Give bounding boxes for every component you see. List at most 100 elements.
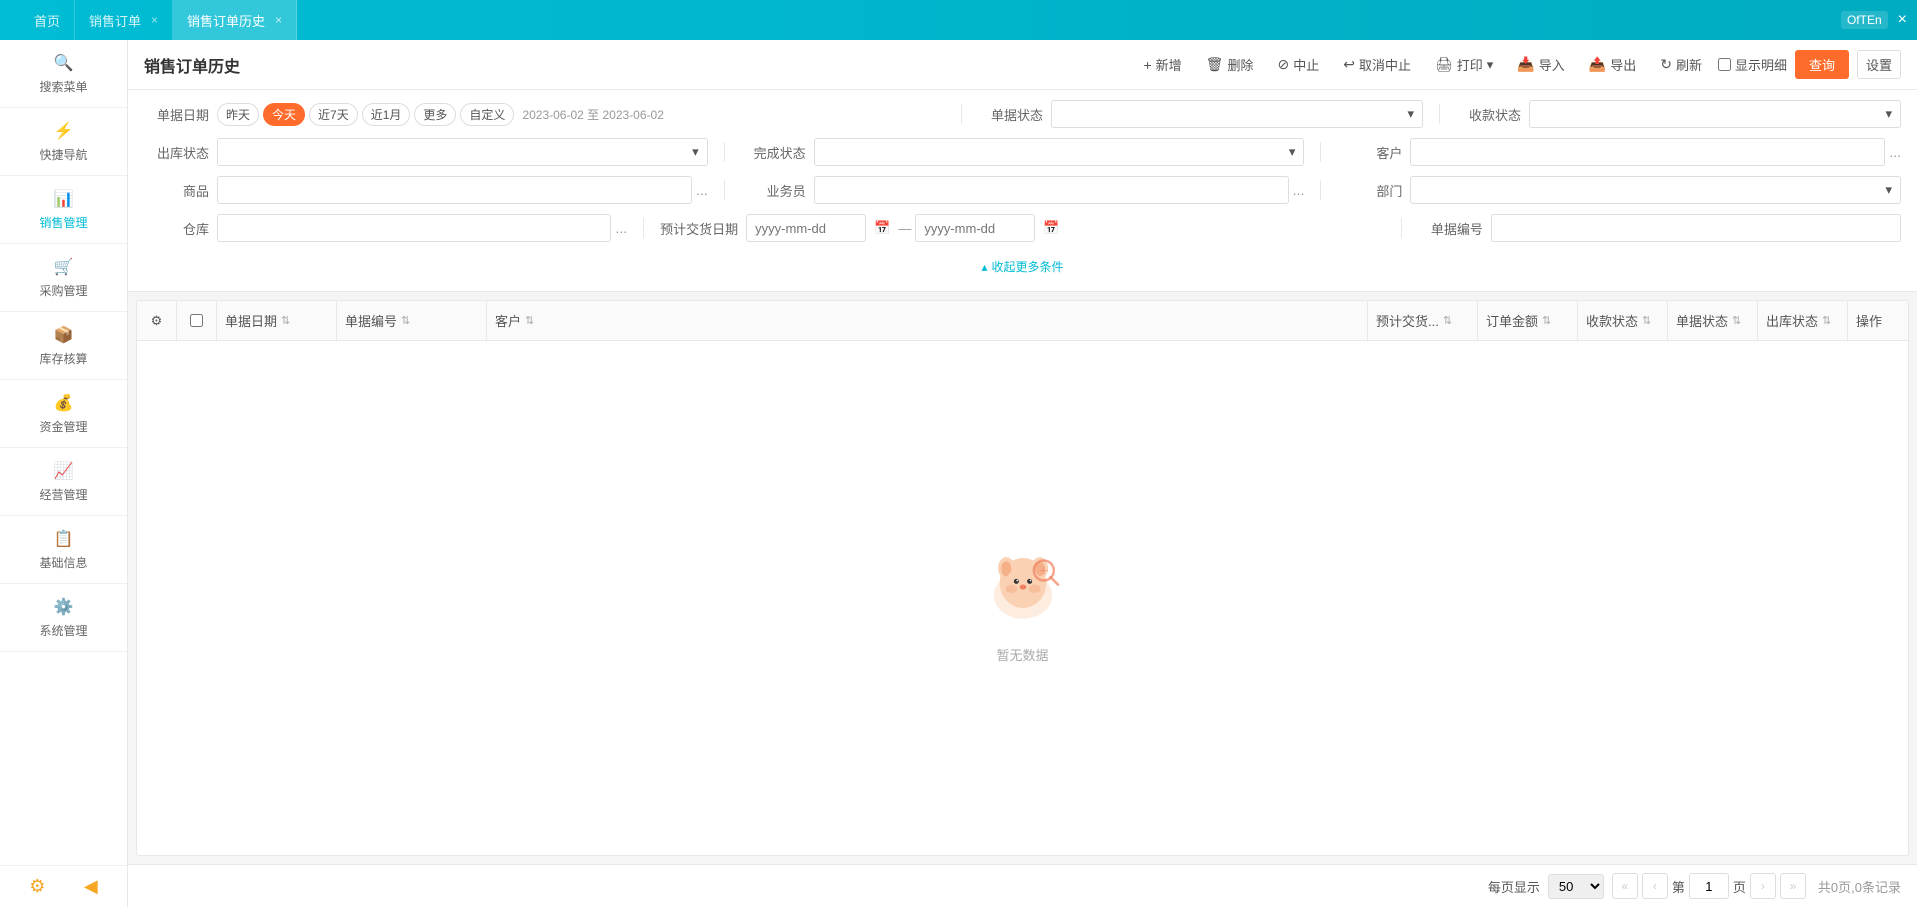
- product-dots[interactable]: ...: [696, 182, 708, 198]
- th-warehouse-status-label: 出库状态: [1766, 311, 1818, 330]
- tab-sales-order-history[interactable]: 销售订单历史 ×: [173, 0, 297, 40]
- th-amount-sort[interactable]: [1542, 314, 1551, 327]
- warehouse-status-select[interactable]: [217, 138, 708, 166]
- select-all-checkbox[interactable]: [190, 314, 203, 327]
- often-label: OfTEn: [1841, 11, 1888, 29]
- sidebar-settings-icon[interactable]: ⚙: [29, 876, 45, 897]
- sidebar-item-finance[interactable]: 💰 资金管理: [0, 380, 127, 448]
- sidebar-item-search-menu[interactable]: 🔍 搜索菜单: [0, 40, 127, 108]
- th-date-sort[interactable]: [281, 314, 290, 327]
- add-icon: +: [1143, 57, 1151, 73]
- delivery-date-start[interactable]: [746, 214, 866, 242]
- product-input[interactable]: [217, 176, 692, 204]
- department-select[interactable]: [1410, 176, 1901, 204]
- date-btn-today[interactable]: 今天: [263, 103, 305, 126]
- last-page-btn[interactable]: »: [1780, 873, 1806, 899]
- tab-sales-order-label: 销售订单: [89, 11, 141, 30]
- th-delivery-label: 预计交货...: [1376, 311, 1439, 330]
- sidebar-item-operations[interactable]: 📈 经营管理: [0, 448, 127, 516]
- th-amount[interactable]: 订单金额: [1478, 301, 1578, 340]
- date-btn-more[interactable]: 更多: [414, 103, 456, 126]
- print-button[interactable]: 🖨 打印: [1427, 51, 1501, 78]
- filter-customer: 客户 ...: [1337, 138, 1901, 166]
- th-date[interactable]: 单据日期: [217, 301, 337, 340]
- customer-dots[interactable]: ...: [1889, 144, 1901, 160]
- stop-label: 中止: [1293, 55, 1319, 74]
- date-btn-1month[interactable]: 近1月: [362, 103, 411, 126]
- customer-input[interactable]: [1410, 138, 1885, 166]
- import-button[interactable]: 📥 导入: [1509, 51, 1572, 78]
- tab-home-label: 首页: [34, 11, 60, 30]
- filter-product: 商品 ...: [144, 176, 708, 204]
- tab-sales-order-history-close[interactable]: ×: [275, 13, 282, 27]
- tab-home[interactable]: 首页: [20, 0, 75, 40]
- doc-no-label: 单据编号: [1418, 219, 1483, 238]
- first-page-btn[interactable]: «: [1612, 873, 1638, 899]
- complete-status-select[interactable]: [814, 138, 1305, 166]
- sidebar-item-sales-mgmt[interactable]: 📊 销售管理: [0, 176, 127, 244]
- th-customer-sort[interactable]: [525, 314, 534, 327]
- page-input[interactable]: [1689, 873, 1729, 899]
- sidebar-item-basic-info[interactable]: 📋 基础信息: [0, 516, 127, 584]
- tab-sales-order[interactable]: 销售订单 ×: [75, 0, 173, 40]
- next-page-btn[interactable]: ›: [1750, 873, 1776, 899]
- th-customer[interactable]: 客户: [487, 301, 1368, 340]
- cancel-stop-button[interactable]: ↩ 取消中止: [1335, 51, 1419, 78]
- pagination: « ‹ 第 页 › » 共0页,0条记录: [1612, 873, 1901, 899]
- sidebar-item-system-mgmt[interactable]: ⚙️ 系统管理: [0, 584, 127, 652]
- th-no[interactable]: 单据编号: [337, 301, 487, 340]
- th-doc-status[interactable]: 单据状态: [1668, 301, 1758, 340]
- sidebar-item-inventory[interactable]: 📦 库存核算: [0, 312, 127, 380]
- per-page-select[interactable]: 10 20 50 100: [1548, 874, 1604, 899]
- th-no-sort[interactable]: [401, 314, 410, 327]
- sidebar-item-purchase-mgmt[interactable]: 🛒 采购管理: [0, 244, 127, 312]
- calendar-icon-end[interactable]: 📅: [1043, 220, 1059, 236]
- filter-row-4: 仓库 ... 预计交货日期 📅 — 📅: [144, 214, 1901, 242]
- date-range-separator: —: [898, 221, 911, 236]
- salesperson-input[interactable]: [814, 176, 1289, 204]
- salesperson-dots[interactable]: ...: [1293, 182, 1305, 198]
- print-icon: 🖨: [1435, 56, 1453, 73]
- query-button[interactable]: 查询: [1795, 50, 1849, 79]
- th-delivery-sort[interactable]: [1443, 314, 1452, 327]
- sidebar-collapse-icon[interactable]: ◀: [84, 876, 98, 897]
- export-button[interactable]: 📤 导出: [1581, 51, 1644, 78]
- refresh-button[interactable]: ↻ 刷新: [1652, 51, 1710, 78]
- th-checkbox[interactable]: [177, 301, 217, 340]
- th-doc-status-sort[interactable]: [1732, 314, 1741, 327]
- prev-page-btn[interactable]: ‹: [1642, 873, 1668, 899]
- th-pay-status[interactable]: 收款状态: [1578, 301, 1668, 340]
- warehouse-input[interactable]: [217, 214, 611, 242]
- th-amount-label: 订单金额: [1486, 311, 1538, 330]
- date-btn-7days[interactable]: 近7天: [309, 103, 358, 126]
- quick-nav-icon: ⚡: [53, 120, 75, 142]
- th-delivery[interactable]: 预计交货...: [1368, 301, 1478, 340]
- warehouse-dots[interactable]: ...: [615, 220, 627, 236]
- delete-button[interactable]: 🗑 删除: [1198, 51, 1262, 78]
- doc-status-select[interactable]: [1051, 100, 1423, 128]
- settings-label: 设置: [1866, 55, 1892, 74]
- doc-no-input[interactable]: [1491, 214, 1901, 242]
- date-control: 昨天 今天 近7天 近1月 更多 自定义 2023-06-02 至 2023-0…: [217, 103, 945, 126]
- payment-status-select[interactable]: [1529, 100, 1901, 128]
- th-pay-status-sort[interactable]: [1642, 314, 1651, 327]
- settings-button[interactable]: 设置: [1857, 50, 1901, 79]
- calendar-icon-start[interactable]: 📅: [874, 220, 890, 236]
- date-btn-custom[interactable]: 自定义: [460, 103, 514, 126]
- filter-payment-status: 收款状态: [1456, 100, 1901, 128]
- delivery-date-end[interactable]: [915, 214, 1035, 242]
- date-btn-yesterday[interactable]: 昨天: [217, 103, 259, 126]
- display-toggle-checkbox[interactable]: [1718, 58, 1731, 71]
- tab-sales-order-close[interactable]: ×: [151, 13, 158, 27]
- collapse-row[interactable]: 收起更多条件: [144, 252, 1901, 281]
- add-button[interactable]: + 新增: [1135, 51, 1189, 78]
- divider-6: [1320, 180, 1321, 200]
- stop-button[interactable]: ⊘ 中止: [1269, 51, 1327, 78]
- th-settings[interactable]: ⚙: [137, 301, 177, 340]
- window-close-btn[interactable]: ×: [1898, 11, 1907, 29]
- th-warehouse-status-sort[interactable]: [1822, 314, 1831, 327]
- th-warehouse-status[interactable]: 出库状态: [1758, 301, 1848, 340]
- main-layout: 🔍 搜索菜单 ⚡ 快捷导航 📊 销售管理 🛒 采购管理 📦 库存核算 💰 资金管…: [0, 40, 1917, 907]
- sidebar-item-quick-nav[interactable]: ⚡ 快捷导航: [0, 108, 127, 176]
- warehouse-status-chevron: [692, 144, 699, 160]
